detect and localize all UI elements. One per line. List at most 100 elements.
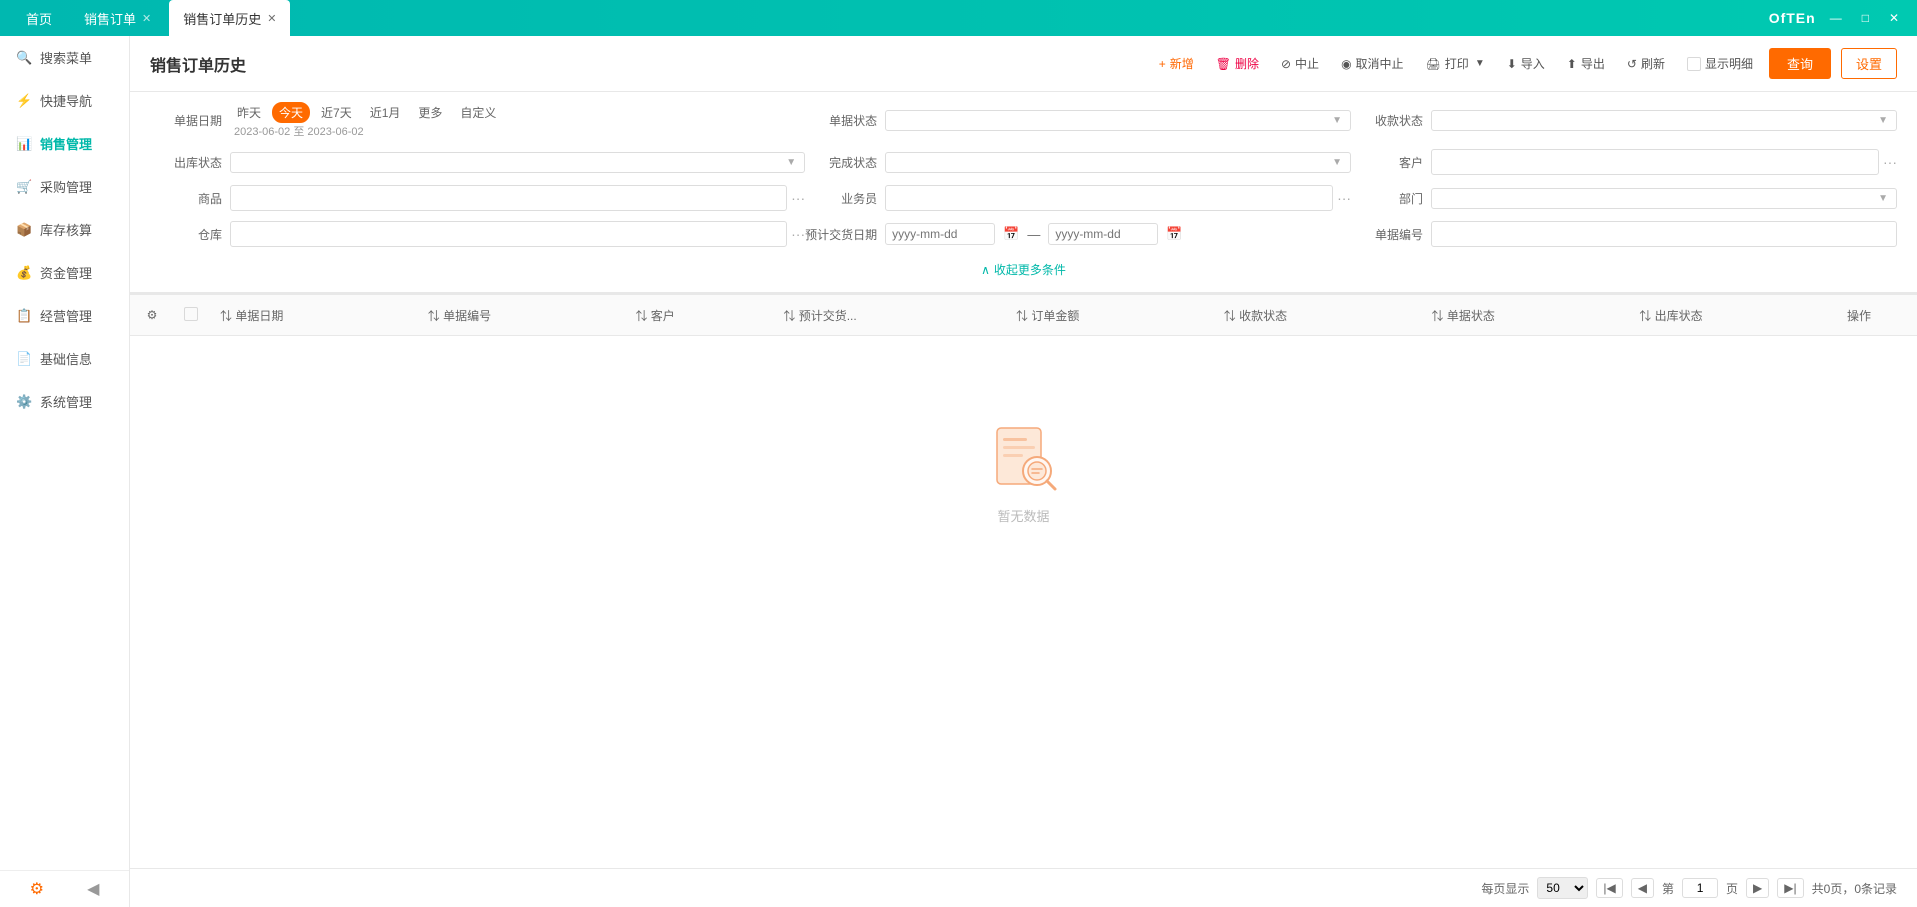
warehouse-dots-btn[interactable]: ··· <box>791 226 805 242</box>
minimize-btn[interactable]: — <box>1824 11 1848 25</box>
maximize-btn[interactable]: □ <box>1856 11 1875 25</box>
sidebar-item-inventory-label: 库存核算 <box>40 220 92 239</box>
payment-status-select[interactable]: ▼ <box>1431 110 1897 131</box>
total-info: 共0页，0条记录 <box>1812 880 1897 897</box>
page-size-select[interactable]: 50 100 200 <box>1537 877 1588 899</box>
sidebar-collapse-icon[interactable]: ◀ <box>87 879 99 899</box>
stop-icon: ⊘ <box>1281 57 1291 71</box>
sidebar-item-operation[interactable]: 📋 经营管理 <box>0 294 129 337</box>
collapse-btn[interactable]: ∧ 收起更多条件 <box>150 257 1897 282</box>
date-btn-7days[interactable]: 近7天 <box>314 102 359 123</box>
export-button[interactable]: ⬆ 导出 <box>1561 51 1611 76</box>
date-btn-today[interactable]: 今天 <box>272 102 310 123</box>
date-dash: — <box>1027 227 1040 242</box>
tab-sales-order-history[interactable]: 销售订单历史 ✕ <box>169 0 290 36</box>
th-number-label: ⇅ 单据编号 <box>428 309 491 323</box>
cancel-stop-label: 取消中止 <box>1356 55 1404 72</box>
add-button[interactable]: + 新增 <box>1153 51 1200 76</box>
date-btn-custom[interactable]: 自定义 <box>453 102 503 123</box>
last-page-btn[interactable]: ▶| <box>1777 878 1803 898</box>
sidebar-gear-icon[interactable]: ⚙ <box>30 879 44 899</box>
tab-sales-order-history-label: 销售订单历史 <box>183 9 261 28</box>
print-button[interactable]: 🖨 打印 ▼ <box>1420 51 1491 76</box>
sidebar-item-sales-label: 销售管理 <box>40 134 92 153</box>
sidebar-item-fund[interactable]: 💰 资金管理 <box>0 251 129 294</box>
sidebar-item-basic[interactable]: 📄 基础信息 <box>0 337 129 380</box>
date-quick-options: 昨天 今天 近7天 近1月 更多 自定义 <box>230 102 503 123</box>
collapse-label: 收起更多条件 <box>994 261 1066 278</box>
import-button[interactable]: ⬇ 导入 <box>1501 51 1551 76</box>
page-number-input[interactable] <box>1682 878 1718 898</box>
calendar-end-icon[interactable]: 📅 <box>1166 226 1182 242</box>
goods-dots-btn[interactable]: ··· <box>791 190 805 206</box>
goods-input[interactable] <box>230 185 787 211</box>
outbound-select[interactable]: ▼ <box>230 152 805 173</box>
tab-sales-order-close[interactable]: ✕ <box>142 12 151 25</box>
dept-arrow: ▼ <box>1878 193 1888 204</box>
filter-col-date: 单据日期 昨天 今天 近7天 近1月 更多 自定义 2023-06-02 至 2… <box>150 102 805 139</box>
table-select-all-checkbox[interactable] <box>184 307 198 321</box>
doc-status-select[interactable]: ▼ <box>885 110 1351 131</box>
system-icon: ⚙️ <box>16 394 32 410</box>
tab-home[interactable]: 首页 <box>12 0 66 36</box>
refresh-icon: ↺ <box>1627 57 1637 71</box>
sidebar-item-sales[interactable]: 📊 销售管理 <box>0 122 129 165</box>
filter-col-dept: 部门 ▼ <box>1351 188 1897 209</box>
delete-button[interactable]: 🗑 删除 <box>1210 51 1265 76</box>
delivery-date-start[interactable] <box>885 223 995 245</box>
prev-page-btn[interactable]: ◀ <box>1631 878 1654 898</box>
query-button[interactable]: 查询 <box>1769 48 1831 79</box>
first-page-btn[interactable]: |◀ <box>1596 878 1622 898</box>
sidebar-item-system[interactable]: ⚙️ 系统管理 <box>0 380 129 423</box>
close-window-btn[interactable]: ✕ <box>1883 11 1905 25</box>
filter-row-2: 出库状态 ▼ 完成状态 ▼ 客户 <box>150 149 1897 175</box>
sidebar-bottom: ⚙ ◀ <box>0 870 129 907</box>
doc-number-input[interactable] <box>1431 221 1897 247</box>
sidebar-item-quicknav[interactable]: ⚡ 快捷导航 <box>0 79 129 122</box>
cancel-stop-button[interactable]: ◉ 取消中止 <box>1335 51 1410 76</box>
top-bar: 首页 销售订单 ✕ 销售订单历史 ✕ OfTEn — □ ✕ <box>0 0 1917 36</box>
refresh-button[interactable]: ↺ 刷新 <box>1621 51 1671 76</box>
sidebar-item-purchase[interactable]: 🛒 采购管理 <box>0 165 129 208</box>
dept-select[interactable]: ▼ <box>1431 188 1897 209</box>
stop-button[interactable]: ⊘ 中止 <box>1275 51 1325 76</box>
empty-text: 暂无数据 <box>997 506 1049 525</box>
next-page-btn[interactable]: ▶ <box>1746 878 1769 898</box>
salesman-input[interactable] <box>885 185 1333 211</box>
th-doc-status-label: ⇅ 单据状态 <box>1432 309 1495 323</box>
print-label: 打印 <box>1445 55 1469 72</box>
delete-label: 删除 <box>1235 55 1259 72</box>
warehouse-input[interactable] <box>230 221 787 247</box>
th-delivery: ⇅ 预计交货... <box>773 295 1006 336</box>
table-gear-btn[interactable]: ⚙ <box>140 303 164 327</box>
sidebar-item-inventory[interactable]: 📦 库存核算 <box>0 208 129 251</box>
sidebar-item-search[interactable]: 🔍 搜索菜单 <box>0 36 129 79</box>
setting-button[interactable]: 设置 <box>1841 48 1897 79</box>
th-outbound-status-label: ⇅ 出库状态 <box>1639 309 1702 323</box>
add-icon: + <box>1159 57 1166 71</box>
date-btn-yesterday[interactable]: 昨天 <box>230 102 268 123</box>
main-layout: 🔍 搜索菜单 ⚡ 快捷导航 📊 销售管理 🛒 采购管理 📦 库存核算 💰 资金管… <box>0 36 1917 907</box>
salesman-dots-btn[interactable]: ··· <box>1337 190 1351 206</box>
customer-label: 客户 <box>1351 154 1431 171</box>
customer-input[interactable] <box>1431 149 1879 175</box>
show-detail-button[interactable]: 显示明细 <box>1681 51 1759 76</box>
tab-sales-order[interactable]: 销售订单 ✕ <box>70 0 165 36</box>
collapse-up-icon: ∧ <box>981 263 990 277</box>
date-btn-1month[interactable]: 近1月 <box>363 102 408 123</box>
table-area: ⚙ ⇅ 单据日期 ⇅ 单据编号 ⇅ 客户 <box>130 293 1917 868</box>
customer-dots-btn[interactable]: ··· <box>1883 154 1897 170</box>
tab-sales-order-history-close[interactable]: ✕ <box>267 12 276 25</box>
th-doc-status: ⇅ 单据状态 <box>1422 295 1630 336</box>
date-btn-more[interactable]: 更多 <box>411 102 449 123</box>
sidebar-item-system-label: 系统管理 <box>40 392 92 411</box>
quicknav-icon: ⚡ <box>16 93 32 109</box>
goods-label: 商品 <box>150 190 230 207</box>
salesman-label: 业务员 <box>805 190 885 207</box>
calendar-start-icon[interactable]: 📅 <box>1003 226 1019 242</box>
delivery-date-end[interactable] <box>1048 223 1158 245</box>
complete-select[interactable]: ▼ <box>885 152 1351 173</box>
filter-col-outbound: 出库状态 ▼ <box>150 152 805 173</box>
show-detail-checkbox[interactable] <box>1687 57 1701 71</box>
import-label: 导入 <box>1521 55 1545 72</box>
